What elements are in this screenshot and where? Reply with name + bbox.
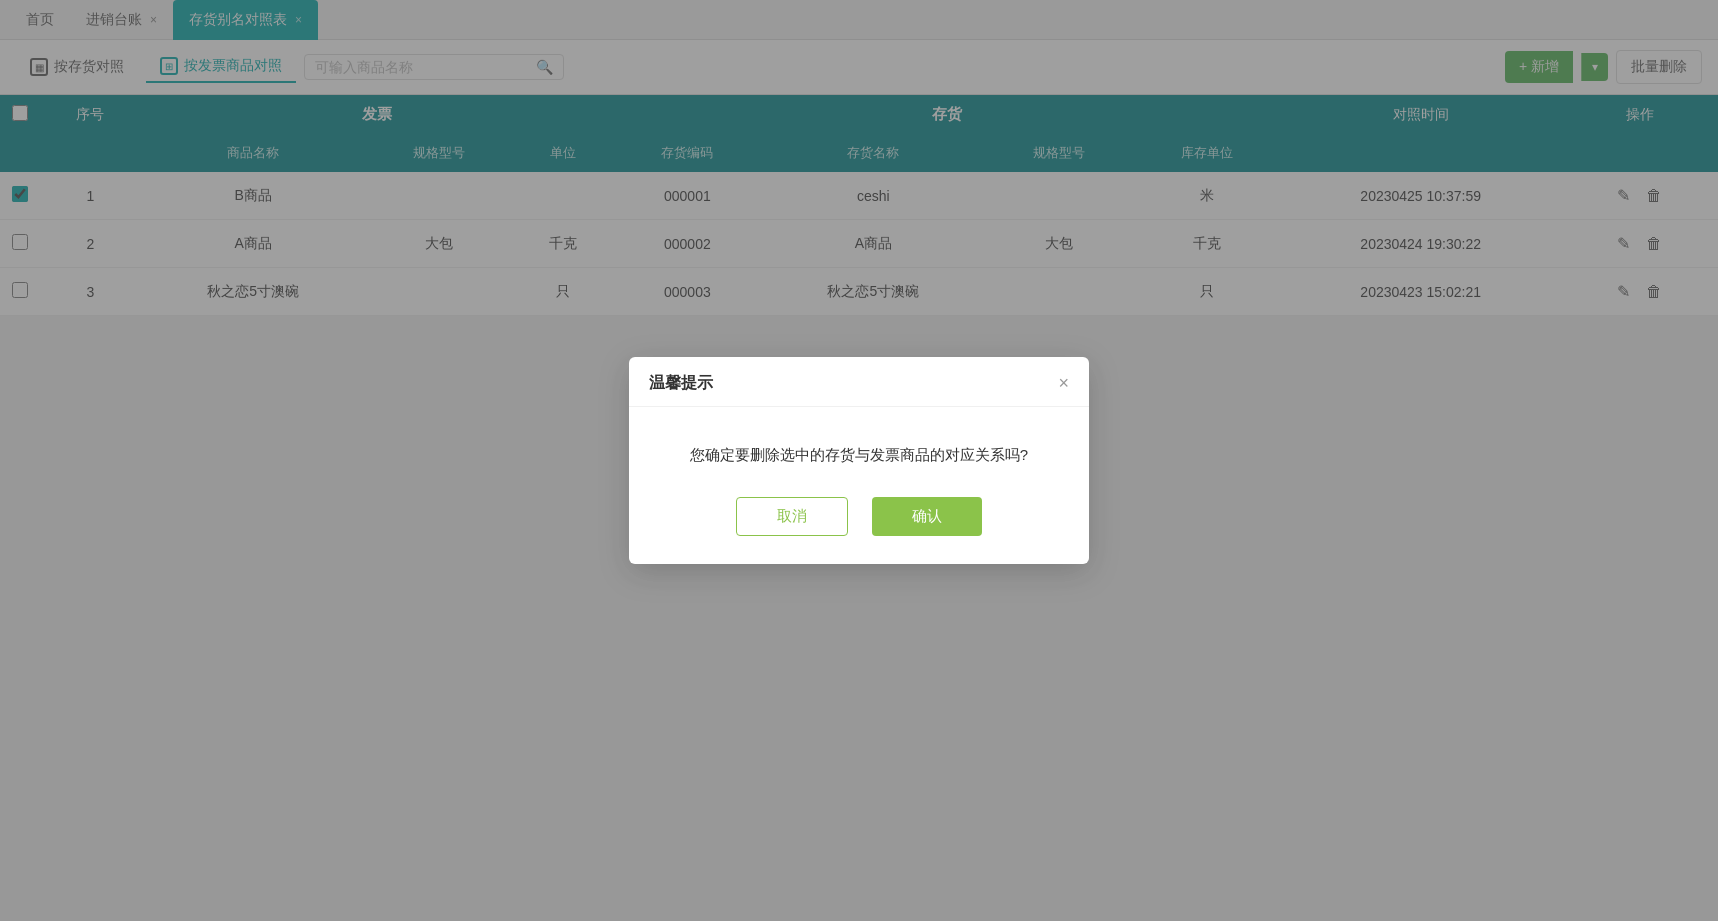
dialog-overlay: 温馨提示 × 您确定要删除选中的存货与发票商品的对应关系吗? 取消 确认 [0,0,1718,316]
